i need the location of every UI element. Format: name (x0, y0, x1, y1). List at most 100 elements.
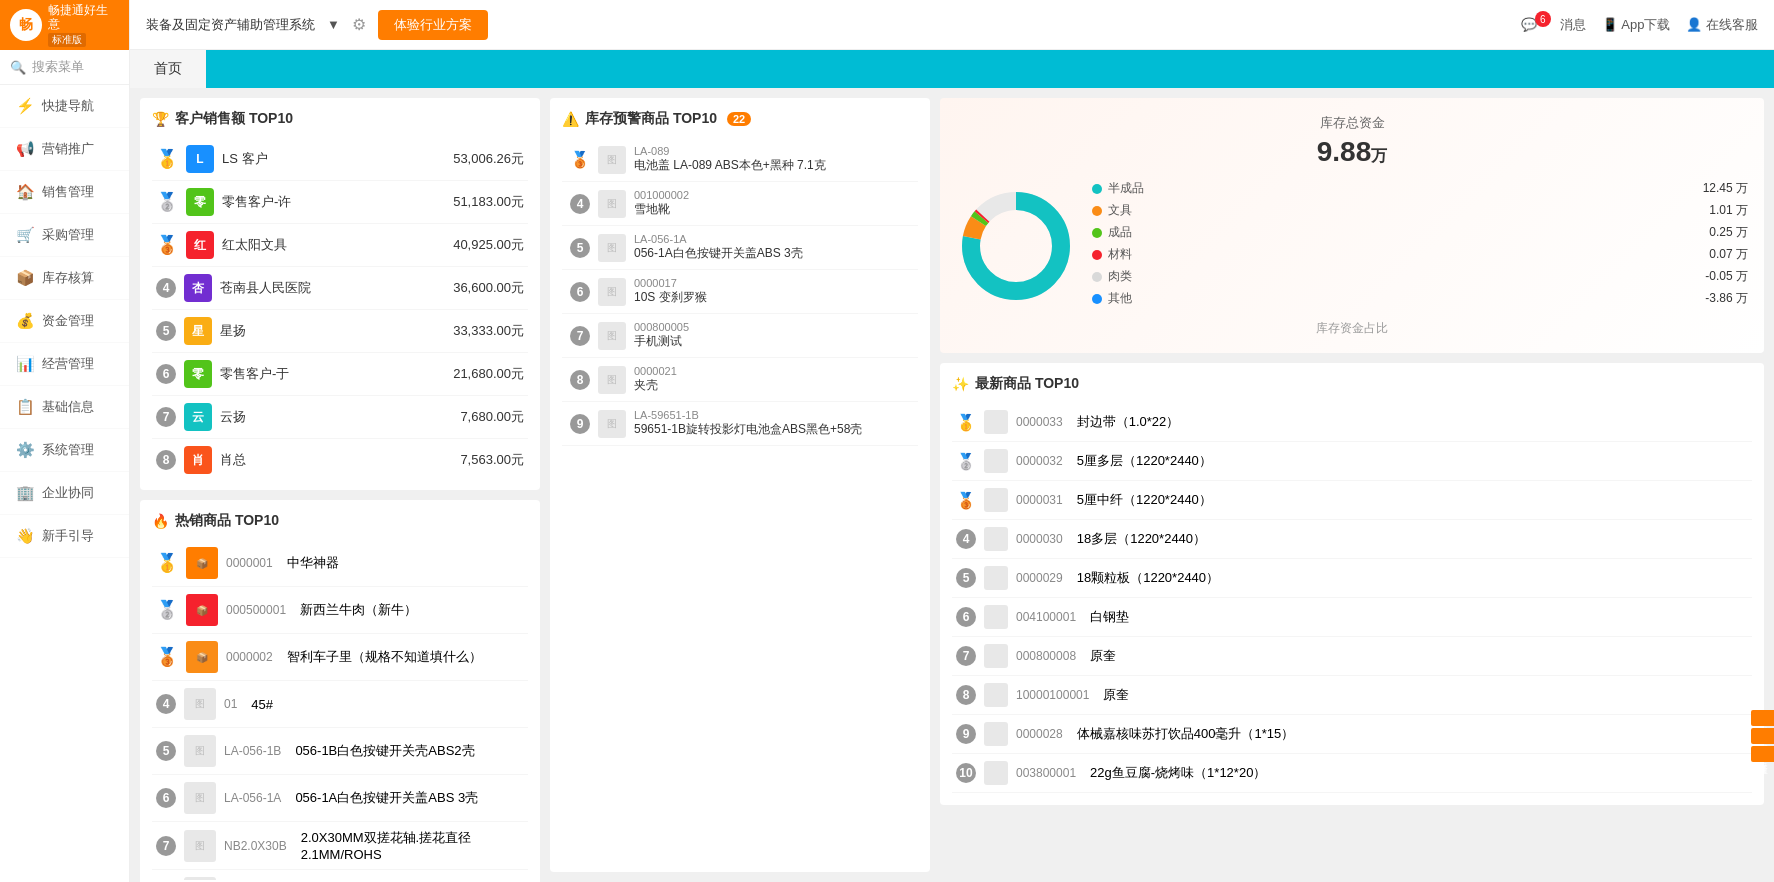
product-thumbnail (984, 488, 1008, 512)
product-code: 0000017 (634, 277, 910, 289)
sidebar-item-marketing[interactable]: 📢 营销推广 (0, 128, 129, 171)
product-code: 0000033 (1016, 415, 1063, 429)
product-name: 056-1A白色按键开关盖ABS 3壳 (295, 789, 478, 807)
right-panel: 库存总资金 9.88万 (930, 88, 1774, 882)
medal-icon: 🥈 (156, 599, 178, 621)
product-name: 智利车子里（规格不知道填什么） (287, 648, 482, 666)
list-item: 🥉 0000031 5厘中纤（1220*2440） (952, 481, 1752, 520)
medal-icon: 🥉 (156, 646, 178, 668)
product-thumbnail: 📦 (186, 594, 218, 626)
product-code: LA-056-1A (224, 791, 281, 805)
sidebar-item-purchase[interactable]: 🛒 采购管理 (0, 214, 129, 257)
product-thumbnail: 图 (598, 190, 626, 218)
legend-dot (1092, 206, 1102, 216)
list-item: 7 000800008 原奎 (952, 637, 1752, 676)
product-name: 原奎 (1103, 686, 1129, 704)
product-info: LA-056-1A 056-1A白色按键开关盖ABS 3壳 (634, 233, 910, 262)
rank-name: LS 客户 (222, 150, 445, 168)
sidebar-item-system[interactable]: ⚙️ 系统管理 (0, 429, 129, 472)
sidebar-item-label: 资金管理 (42, 312, 94, 330)
product-code: LA-089 (634, 145, 910, 157)
service-icon: 👤 (1686, 17, 1702, 32)
sidebar-item-label: 库存核算 (42, 269, 94, 287)
app-download-button[interactable]: 📱 App下载 (1602, 16, 1670, 34)
hot-products-card: 🔥 热销商品 TOP10 🥇 📦 0000001 中华神器 🥈 📦 000500… (140, 500, 540, 882)
product-code: 000800008 (1016, 649, 1076, 663)
hot-products-title: 🔥 热销商品 TOP10 (152, 512, 528, 530)
rank-number: 8 (156, 450, 176, 470)
legend-item: 肉类 -0.05 万 (1092, 268, 1748, 285)
inventory-icon: 📦 (16, 269, 34, 287)
list-item: 5 0000029 18颗粒板（1220*2440） (952, 559, 1752, 598)
list-item: 7 图 000800005 手机测试 (562, 314, 918, 358)
product-info: 001000002 雪地靴 (634, 189, 910, 218)
sidebar-item-quicknav[interactable]: ⚡ 快捷导航 (0, 85, 129, 128)
legend-value: 0.07 万 (1709, 246, 1748, 263)
product-name: 22g鱼豆腐-烧烤味（1*12*20） (1090, 764, 1266, 782)
trial-button[interactable]: 体验行业方案 (378, 10, 488, 40)
rank-amount: 33,333.00元 (453, 322, 524, 340)
sidebar-item-newguide[interactable]: 👋 新手引导 (0, 515, 129, 558)
product-name: 59651-1B旋转投影灯电池盒ABS黑色+58壳 (634, 421, 910, 438)
rank-name: 云扬 (220, 408, 452, 426)
product-thumbnail (984, 761, 1008, 785)
rank-number: 8 (956, 685, 976, 705)
product-thumbnail (984, 605, 1008, 629)
inventory-warning-card: ⚠️ 库存预警商品 TOP10 22 🥉 图 LA-089 电池盖 LA-089… (550, 98, 930, 872)
product-thumbnail (984, 566, 1008, 590)
hot-products-list: 🥇 📦 0000001 中华神器 🥈 📦 000500001 新西兰牛肉（新牛）… (152, 540, 528, 880)
product-code: 004100001 (1016, 610, 1076, 624)
rank-number: 4 (156, 278, 176, 298)
sidebar-logo: 畅 畅捷通好生意 标准版 (0, 0, 129, 50)
sidebar-item-basicinfo[interactable]: 📋 基础信息 (0, 386, 129, 429)
legend-dot (1092, 228, 1102, 238)
sidebar-item-sales[interactable]: 🏠 销售管理 (0, 171, 129, 214)
customer-service-button[interactable]: 客服热线 (1751, 710, 1774, 726)
list-item: 8 图 0000021 夹壳 (562, 358, 918, 402)
sidebar-item-label: 销售管理 (42, 183, 94, 201)
hot-product-item: 7 图 NB2.0X30B 2.0X30MM双搓花轴.搓花直径2.1MM/ROH… (152, 822, 528, 870)
rank-avatar: 零 (186, 188, 214, 216)
ranking-item: 🥇 L LS 客户 53,006.26元 (152, 138, 528, 181)
legend-value: -0.05 万 (1705, 268, 1748, 285)
rank-number: 6 (956, 607, 976, 627)
product-name: 18颗粒板（1220*2440） (1077, 569, 1219, 587)
tab-home[interactable]: 首页 (130, 50, 206, 88)
sidebar-item-inventory[interactable]: 📦 库存核算 (0, 257, 129, 300)
newest-products-list: 🥇 0000033 封边带（1.0*22） 🥈 0000032 5厘多层（122… (952, 403, 1752, 793)
notification-button[interactable]: 💬 6 消息 (1521, 16, 1586, 34)
sidebar-item-label: 采购管理 (42, 226, 94, 244)
quicknav-icon: ⚡ (16, 97, 34, 115)
product-name: 5厘中纤（1220*2440） (1077, 491, 1212, 509)
hot-product-item: 8 图 0000011 12070519-xs (152, 870, 528, 880)
list-item: 🥉 图 LA-089 电池盖 LA-089 ABS本色+黑种 7.1克 (562, 138, 918, 182)
rank-number: 4 (570, 194, 590, 214)
product-name: 新西兰牛肉（新牛） (300, 601, 417, 619)
rank-number: 5 (570, 238, 590, 258)
product-code: 0000030 (1016, 532, 1063, 546)
search-menu-item[interactable]: 🔍 搜索菜单 (0, 50, 129, 85)
rank-name: 星扬 (220, 322, 445, 340)
sidebar-item-operation[interactable]: 📊 经营管理 (0, 343, 129, 386)
product-code: 01 (224, 697, 237, 711)
rank-name: 红太阳文具 (222, 236, 445, 254)
inventory-funds-card: 库存总资金 9.88万 (940, 98, 1764, 353)
product-thumbnail: 图 (184, 735, 216, 767)
legend-dot (1092, 250, 1102, 260)
settings-icon[interactable]: ⚙ (352, 15, 366, 34)
sidebar-item-finance[interactable]: 💰 资金管理 (0, 300, 129, 343)
newest-products-title: ✨ 最新商品 TOP10 (952, 375, 1752, 393)
hot-product-item: 5 图 LA-056-1B 056-1B白色按键开关壳ABS2壳 (152, 728, 528, 775)
rank-avatar: 杏 (184, 274, 212, 302)
system-dropdown[interactable]: ▼ (327, 17, 340, 32)
product-code: 10000100001 (1016, 688, 1089, 702)
legend-item: 半成品 12.45 万 (1092, 180, 1748, 197)
logo-badge: 标准版 (48, 33, 86, 47)
inventory-funds-label: 库存资金占比 (956, 320, 1748, 337)
live-stream-button[interactable]: 直播 (1751, 746, 1774, 762)
service-community-button[interactable]: 服务社区 (1751, 728, 1774, 744)
online-service-button[interactable]: 👤 在线客服 (1686, 16, 1758, 34)
product-thumbnail: 图 (598, 410, 626, 438)
sidebar-item-label: 营销推广 (42, 140, 94, 158)
sidebar-item-enterprise[interactable]: 🏢 企业协同 (0, 472, 129, 515)
